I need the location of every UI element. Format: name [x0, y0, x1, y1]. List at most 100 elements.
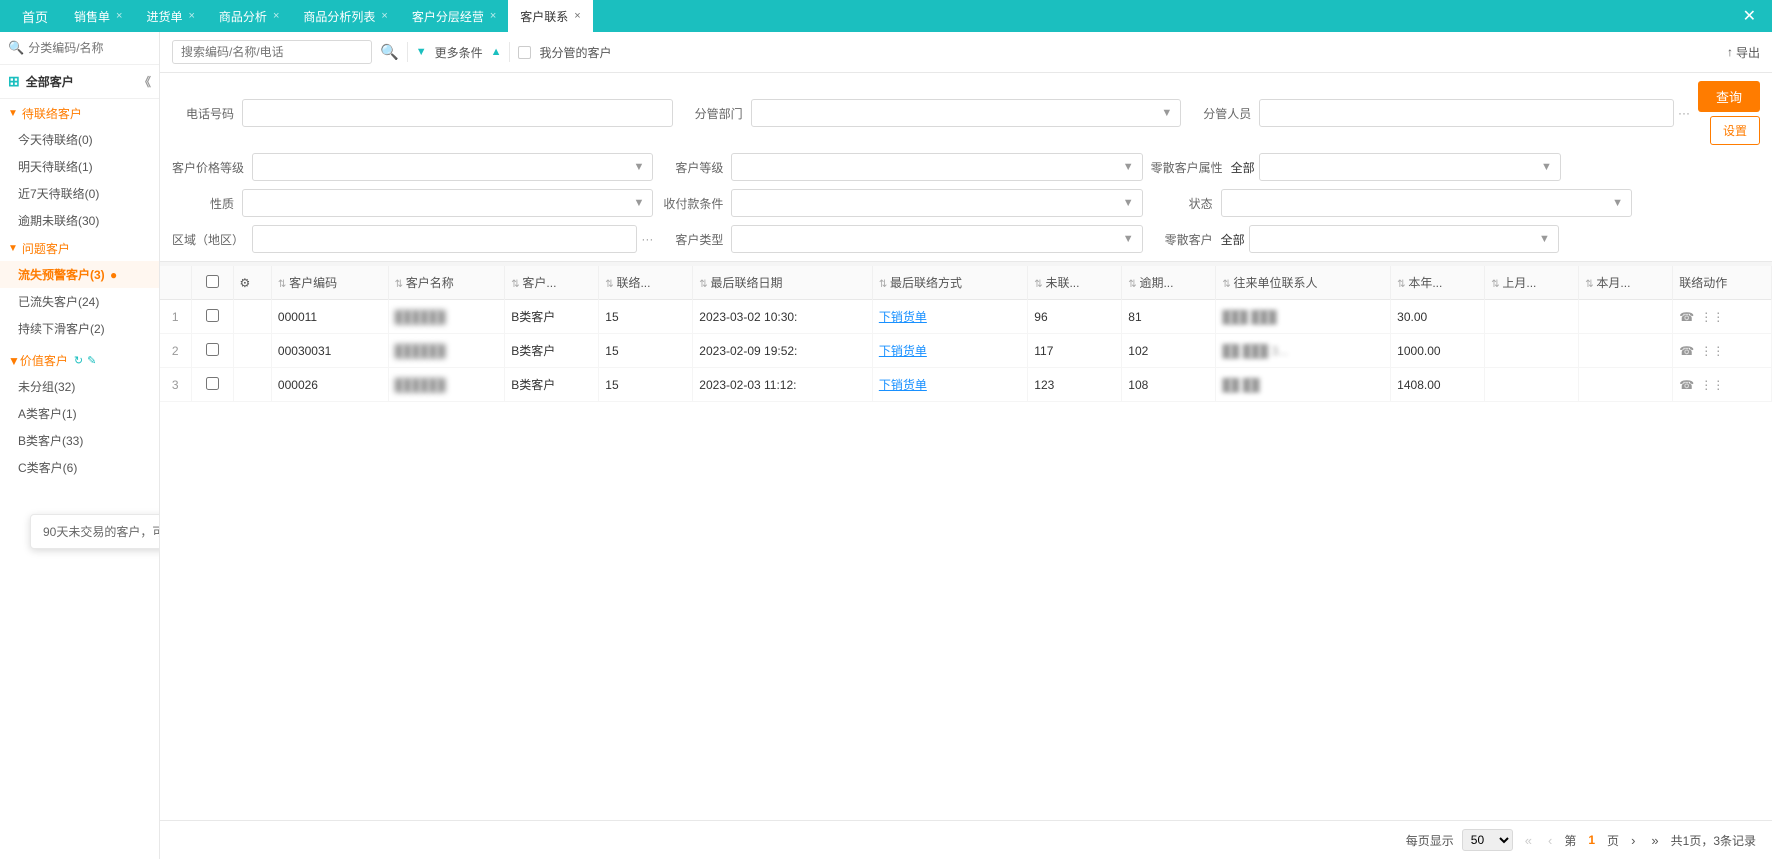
close-analysis-tab[interactable]: ×: [273, 10, 279, 22]
dept-select[interactable]: ▼: [751, 99, 1182, 127]
prev-page-btn[interactable]: ‹: [1544, 831, 1556, 850]
status-select[interactable]: ▼: [1221, 189, 1632, 217]
th-last-date[interactable]: 最后联络日期: [693, 266, 873, 300]
row-checkbox-2[interactable]: [206, 377, 219, 390]
value-edit-icon[interactable]: ✎: [87, 354, 96, 367]
more-action-icon[interactable]: ⋮⋮: [1700, 344, 1724, 358]
tab-customer-tier[interactable]: 客户分层经营 ×: [400, 0, 508, 32]
contact-icon[interactable]: ☎: [1679, 344, 1694, 358]
close-sales-tab[interactable]: ×: [116, 10, 122, 22]
cell-last-method[interactable]: 下销货单: [872, 300, 1027, 334]
sidebar-item-churned[interactable]: 已流失客户(24): [0, 288, 159, 315]
export-button[interactable]: ↑ 导出: [1727, 44, 1760, 61]
tab-sales[interactable]: 销售单 ×: [62, 0, 134, 32]
th-overdue[interactable]: 逾期...: [1122, 266, 1216, 300]
settings-button[interactable]: 设置: [1710, 116, 1760, 145]
th-index: [160, 266, 191, 300]
retail-customer-select[interactable]: ▼: [1249, 225, 1559, 253]
tab-analysis[interactable]: 商品分析 ×: [207, 0, 291, 32]
close-purchase-tab[interactable]: ×: [188, 10, 194, 22]
last-page-btn[interactable]: »: [1647, 831, 1662, 850]
sidebar-group-pending[interactable]: ▼ 待联络客户: [0, 99, 159, 126]
tab-purchase[interactable]: 进货单 ×: [134, 0, 206, 32]
payment-select[interactable]: ▼: [731, 189, 1142, 217]
retail-attr-select[interactable]: ▼: [1259, 153, 1561, 181]
all-customers-header[interactable]: ⊞ 全部客户 《: [0, 65, 159, 99]
search-input[interactable]: [172, 40, 372, 64]
customer-type-select[interactable]: ▼: [731, 225, 1142, 253]
sidebar-item-declining[interactable]: 持续下滑客户(2): [0, 315, 159, 342]
search-button[interactable]: 🔍: [380, 43, 399, 61]
filter-field-price-level: 客户价格等级 ▼: [172, 153, 653, 181]
per-page-select[interactable]: 50 20 100: [1462, 829, 1513, 851]
cell-this-month: [1579, 368, 1673, 402]
th-level[interactable]: 客户...: [505, 266, 599, 300]
home-tab[interactable]: 首页: [8, 0, 62, 32]
th-last-method[interactable]: 最后联络方式: [872, 266, 1027, 300]
close-customer-contact-tab[interactable]: ×: [574, 10, 580, 22]
th-settings[interactable]: ⚙: [233, 266, 271, 300]
filter-icon: ▼: [416, 46, 427, 58]
customer-level-select[interactable]: ▼: [731, 153, 1142, 181]
cell-checkbox[interactable]: [191, 334, 233, 368]
th-contact[interactable]: 联络...: [599, 266, 693, 300]
contact-icon[interactable]: ☎: [1679, 378, 1694, 392]
sidebar-item-class-c[interactable]: C类客户(6): [0, 454, 159, 481]
my-customers-label[interactable]: 我分管的客户: [539, 44, 611, 61]
th-no-contact[interactable]: 未联...: [1028, 266, 1122, 300]
row-checkbox-1[interactable]: [206, 343, 219, 356]
next-page-btn[interactable]: ›: [1627, 831, 1639, 850]
sidebar-item-class-b[interactable]: B类客户(33): [0, 427, 159, 454]
sidebar-item-ungrouped[interactable]: 未分组(32): [0, 373, 159, 400]
th-unit-contact[interactable]: 往来单位联系人: [1216, 266, 1391, 300]
sidebar-item-tomorrow[interactable]: 明天待联络(1): [0, 153, 159, 180]
divider2: [509, 42, 510, 62]
tab-customer-contact[interactable]: 客户联系 ×: [508, 0, 592, 32]
close-customer-tier-tab[interactable]: ×: [490, 10, 496, 22]
sidebar-item-overdue[interactable]: 逾期未联络(30): [0, 207, 159, 234]
cell-name: ██████: [388, 334, 505, 368]
cell-checkbox[interactable]: [191, 368, 233, 402]
close-analysis-list-tab[interactable]: ×: [381, 10, 387, 22]
nature-select[interactable]: ▼: [242, 189, 653, 217]
select-all-checkbox[interactable]: [206, 275, 219, 288]
retail-customer-label: 零散客户: [1151, 231, 1221, 248]
row-checkbox-0[interactable]: [206, 309, 219, 322]
th-checkbox[interactable]: [191, 266, 233, 300]
manager-label: 分管人员: [1189, 105, 1259, 122]
phone-input[interactable]: [242, 99, 673, 127]
price-level-select[interactable]: ▼: [252, 153, 653, 181]
more-conditions-button[interactable]: 更多条件: [435, 44, 483, 61]
manager-dots[interactable]: ···: [1678, 106, 1690, 120]
sidebar-item-7days[interactable]: 近7天待联络(0): [0, 180, 159, 207]
th-name[interactable]: 客户名称: [388, 266, 505, 300]
cell-last-month: [1485, 368, 1579, 402]
th-code[interactable]: 客户编码: [271, 266, 388, 300]
value-refresh-icon[interactable]: ↻: [74, 354, 83, 367]
sidebar-item-churn-warning[interactable]: 流失预警客户(3) ●: [0, 261, 159, 288]
query-button[interactable]: 查询: [1698, 81, 1760, 112]
sidebar-search-input[interactable]: [28, 41, 160, 55]
cell-last-method[interactable]: 下销货单: [872, 368, 1027, 402]
tab-analysis-list[interactable]: 商品分析列表 ×: [291, 0, 399, 32]
contact-icon[interactable]: ☎: [1679, 310, 1694, 324]
sidebar-group-value[interactable]: ▼ 价值客户 ↻ ✎: [0, 346, 159, 373]
filter-field-region: 区域（地区） ···: [172, 225, 653, 253]
th-year-amount[interactable]: 本年...: [1391, 266, 1485, 300]
cell-checkbox[interactable]: [191, 300, 233, 334]
th-this-month[interactable]: 本月...: [1579, 266, 1673, 300]
more-action-icon[interactable]: ⋮⋮: [1700, 310, 1724, 324]
sidebar-item-today[interactable]: 今天待联络(0): [0, 126, 159, 153]
manager-input[interactable]: [1259, 99, 1674, 127]
th-last-month[interactable]: 上月...: [1485, 266, 1579, 300]
filter-row-4: 区域（地区） ··· 客户类型 ▼ 零散客户 全部 ▼: [172, 225, 1760, 253]
more-action-icon[interactable]: ⋮⋮: [1700, 378, 1724, 392]
window-close-button[interactable]: ✕: [1735, 6, 1764, 26]
first-page-btn[interactable]: «: [1521, 831, 1536, 850]
region-dots[interactable]: ···: [641, 232, 653, 246]
my-customers-checkbox[interactable]: [518, 46, 531, 59]
sidebar-group-problem[interactable]: ▼ 问题客户: [0, 234, 159, 261]
sidebar-item-class-a[interactable]: A类客户(1): [0, 400, 159, 427]
cell-last-method[interactable]: 下销货单: [872, 334, 1027, 368]
region-input[interactable]: [252, 225, 637, 253]
